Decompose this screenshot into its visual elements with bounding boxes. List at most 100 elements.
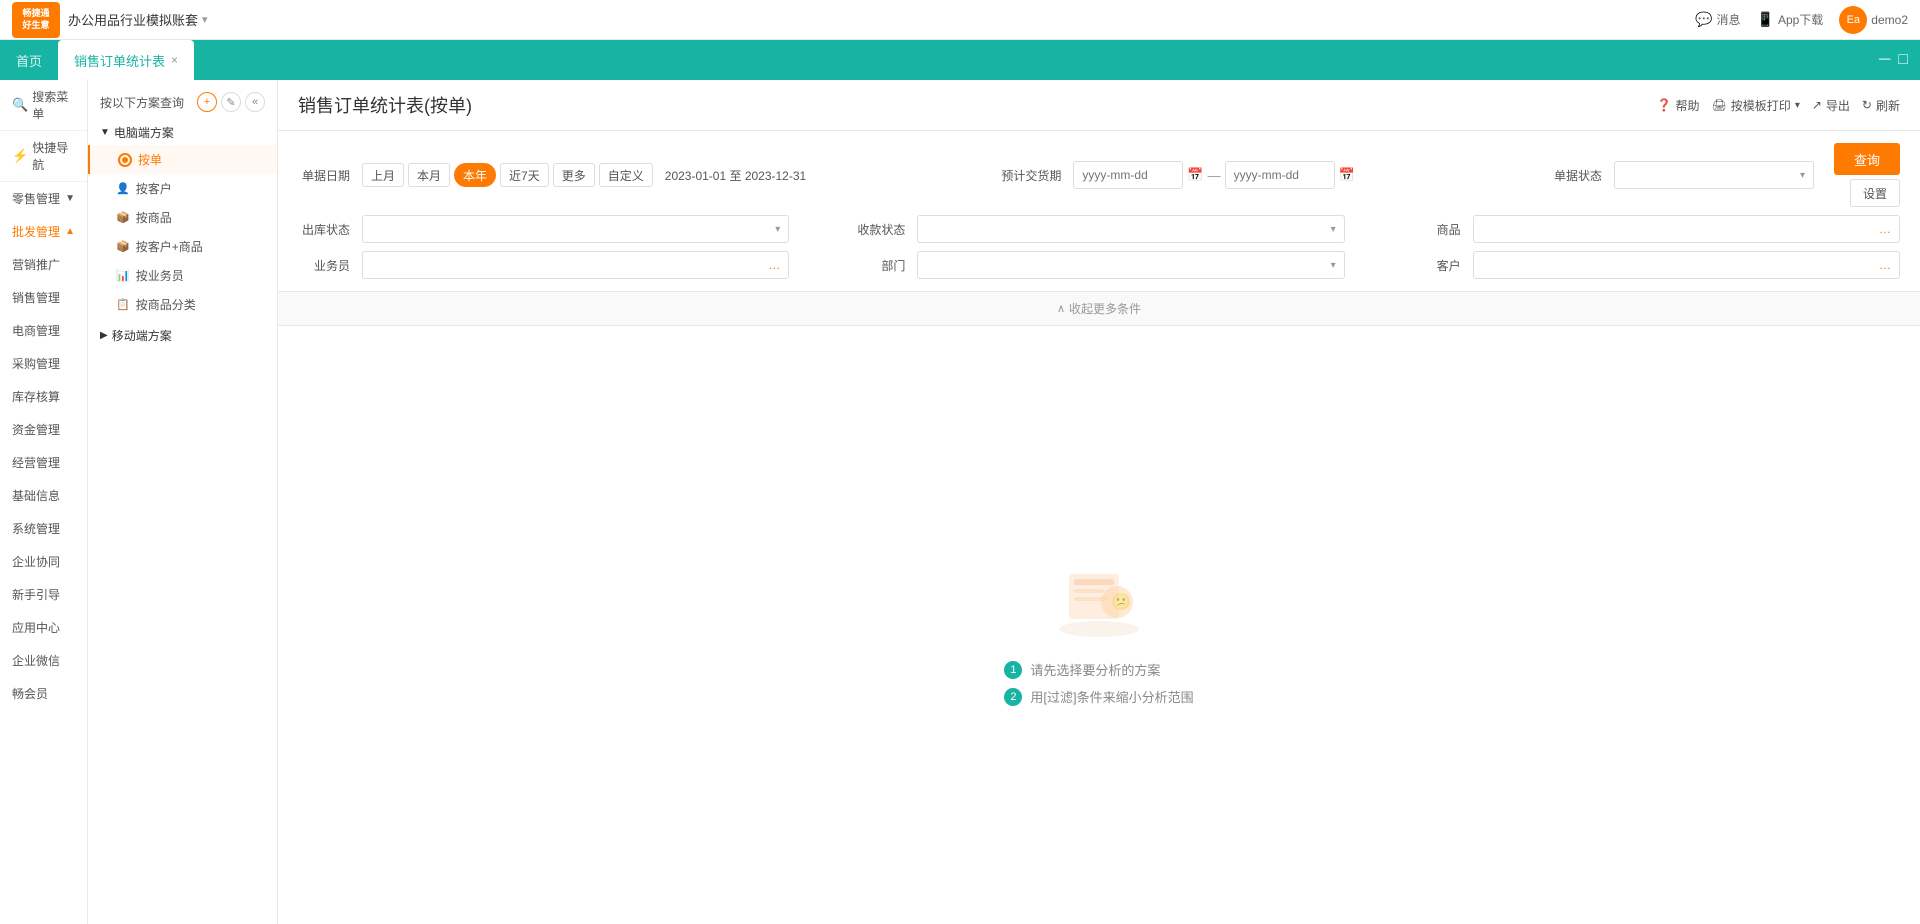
collapse-button[interactable]: ∧ 收起更多条件 [1057, 300, 1141, 317]
scheme-item-by-salesman-icon: 📊 [116, 269, 130, 282]
scheme-edit-button[interactable]: ✎ [221, 92, 241, 112]
category-arrow-down: ▼ [100, 127, 110, 138]
help-button[interactable]: ❓ 帮助 [1657, 97, 1700, 114]
calendar-icon-right[interactable]: 📅 [1339, 167, 1355, 183]
settings-button[interactable]: 设置 [1850, 179, 1900, 207]
date-btn-more[interactable]: 更多 [553, 163, 595, 187]
expected-date-end-input[interactable] [1225, 161, 1335, 189]
customer-select[interactable]: … [1473, 251, 1900, 279]
customer-more-icon[interactable]: … [1879, 258, 1891, 272]
date-btn-custom[interactable]: 自定义 [599, 163, 653, 187]
scheme-category-desktop[interactable]: ▼ 电脑端方案 [88, 120, 277, 145]
tab-minimize-icon[interactable]: ─ [1879, 51, 1890, 69]
scheme-item-by-salesman[interactable]: 📊 按业务员 [88, 261, 277, 290]
category-arrow-right: ▶ [100, 330, 108, 341]
sidebar-item-marketing-label: 营销推广 [12, 256, 60, 273]
sidebar-item-app-center[interactable]: 应用中心 [0, 611, 87, 644]
sidebar-item-purchase[interactable]: 采购管理 [0, 347, 87, 380]
refresh-button[interactable]: ↻ 刷新 [1862, 97, 1900, 114]
sidebar-item-basic-info[interactable]: 基础信息 [0, 479, 87, 512]
print-button[interactable]: 🖨 按模板打印 ▾ [1712, 97, 1800, 114]
tab-maximize-icon[interactable]: □ [1898, 51, 1908, 69]
sidebar-search-menu[interactable]: 🔍 搜索菜单 [0, 80, 87, 131]
collapse-bar[interactable]: ∧ 收起更多条件 [278, 292, 1920, 326]
export-button[interactable]: ↗ 导出 [1812, 97, 1850, 114]
sidebar-item-sales[interactable]: 销售管理 [0, 281, 87, 314]
sidebar-item-retail-label: 零售管理 [12, 190, 60, 207]
scheme-category-mobile[interactable]: ▶ 移动端方案 [88, 323, 277, 348]
scheme-collapse-button[interactable]: « [245, 92, 265, 112]
main-layout: 🔍 搜索菜单 ⚡ 快捷导航 零售管理 ▼ 批发管理 ▲ 营销推广 销售管理 电商… [0, 80, 1920, 924]
app-download-button[interactable]: 📱 App下载 [1757, 11, 1824, 28]
sidebar-item-inventory[interactable]: 库存核算 [0, 380, 87, 413]
payment-status-select[interactable]: ▾ [917, 215, 1344, 243]
sidebar-item-ecommerce[interactable]: 电商管理 [0, 314, 87, 347]
sidebar-item-wholesale[interactable]: 批发管理 ▲ [0, 215, 87, 248]
single-status-label: 单据状态 [1550, 167, 1602, 184]
message-button[interactable]: 💬 消息 [1695, 11, 1740, 28]
sidebar-item-app-center-label: 应用中心 [12, 619, 60, 636]
scheme-item-by-customer-goods[interactable]: 📦 按客户+商品 [88, 232, 277, 261]
user-name: demo2 [1871, 13, 1908, 27]
sidebar-item-newbie[interactable]: 新手引导 [0, 578, 87, 611]
query-button[interactable]: 查询 [1834, 143, 1900, 175]
scheme-item-by-goods[interactable]: 📦 按商品 [88, 203, 277, 232]
sidebar-item-retail[interactable]: 零售管理 ▼ [0, 182, 87, 215]
goods-more-icon[interactable]: … [1879, 222, 1891, 236]
single-status-select[interactable]: ▾ [1614, 161, 1814, 189]
scheme-item-by-order-label: 按单 [138, 151, 162, 168]
goods-label: 商品 [1409, 221, 1461, 238]
empty-hint-1: 1 请先选择要分析的方案 [1004, 660, 1193, 679]
salesman-more-icon[interactable]: … [768, 258, 780, 272]
tab-close-icon[interactable]: × [171, 53, 178, 67]
empty-hint-1-text: 请先选择要分析的方案 [1030, 660, 1160, 679]
app-title-dropdown[interactable]: 办公用品行业模拟账套 ▾ [68, 10, 208, 29]
tab-home[interactable]: 首页 [0, 40, 58, 80]
scheme-item-by-order[interactable]: 按单 [88, 145, 277, 174]
scheme-item-by-customer-icon: 👤 [116, 182, 130, 195]
goods-select[interactable]: … [1473, 215, 1900, 243]
date-btn-last7days[interactable]: 近7天 [500, 163, 549, 187]
date-btn-last-month[interactable]: 上月 [362, 163, 404, 187]
delivery-status-select[interactable]: ▾ [362, 215, 789, 243]
filter-row-3: 业务员 … 部门 ▾ 客户 … [298, 251, 1900, 279]
sidebar-item-finance[interactable]: 资金管理 [0, 413, 87, 446]
date-btn-this-year[interactable]: 本年 [454, 163, 496, 187]
scheme-item-by-salesman-label: 按业务员 [136, 267, 184, 284]
sidebar-item-operations[interactable]: 经营管理 [0, 446, 87, 479]
sidebar-item-wechat-label: 企业微信 [12, 652, 60, 669]
calendar-icon-left[interactable]: 📅 [1187, 167, 1203, 183]
empty-hints: 1 请先选择要分析的方案 2 用[过滤]条件来缩小分析范围 [1004, 660, 1193, 706]
hint-num-1: 1 [1004, 661, 1022, 679]
empty-state: 😕 1 请先选择要分析的方案 2 用[过滤]条件来缩小分析范围 [278, 326, 1920, 924]
dept-arrow: ▾ [1331, 260, 1336, 271]
salesman-select[interactable]: … [362, 251, 789, 279]
scheme-item-by-customer[interactable]: 👤 按客户 [88, 174, 277, 203]
sidebar-item-vip[interactable]: 畅会员 [0, 677, 87, 710]
filter-row-2: 出库状态 ▾ 收款状态 ▾ 商品 … [298, 215, 1900, 243]
sidebar-quick-nav[interactable]: ⚡ 快捷导航 [0, 131, 87, 182]
sidebar-item-wechat[interactable]: 企业微信 [0, 644, 87, 677]
date-range-display: 2023-01-01 至 2023-12-31 [665, 167, 806, 184]
scheme-panel-title: 按以下方案查询 [100, 94, 184, 111]
user-menu[interactable]: Ea demo2 [1839, 6, 1908, 34]
delivery-status-label: 出库状态 [298, 221, 350, 238]
sidebar-item-enterprise-label: 企业协同 [12, 553, 60, 570]
expected-date-label: 预计交货期 [1001, 167, 1061, 184]
refresh-icon: ↻ [1862, 98, 1872, 112]
sidebar-item-enterprise[interactable]: 企业协同 [0, 545, 87, 578]
date-btn-this-month[interactable]: 本月 [408, 163, 450, 187]
sidebar-item-wholesale-label: 批发管理 [12, 223, 60, 240]
help-label: 帮助 [1676, 97, 1700, 114]
logo-text: 畅捷通好生意 [22, 8, 49, 31]
sidebar-item-marketing[interactable]: 营销推广 [0, 248, 87, 281]
message-label: 消息 [1716, 11, 1740, 28]
single-status-arrow: ▾ [1800, 170, 1805, 181]
dept-select[interactable]: ▾ [917, 251, 1344, 279]
tab-sales-order[interactable]: 销售订单统计表 × [58, 40, 194, 80]
expected-date-start-input[interactable] [1073, 161, 1183, 189]
scheme-add-button[interactable]: + [197, 92, 217, 112]
scheme-item-by-category[interactable]: 📋 按商品分类 [88, 290, 277, 319]
sidebar-item-system[interactable]: 系统管理 [0, 512, 87, 545]
tab-home-label: 首页 [16, 51, 42, 70]
